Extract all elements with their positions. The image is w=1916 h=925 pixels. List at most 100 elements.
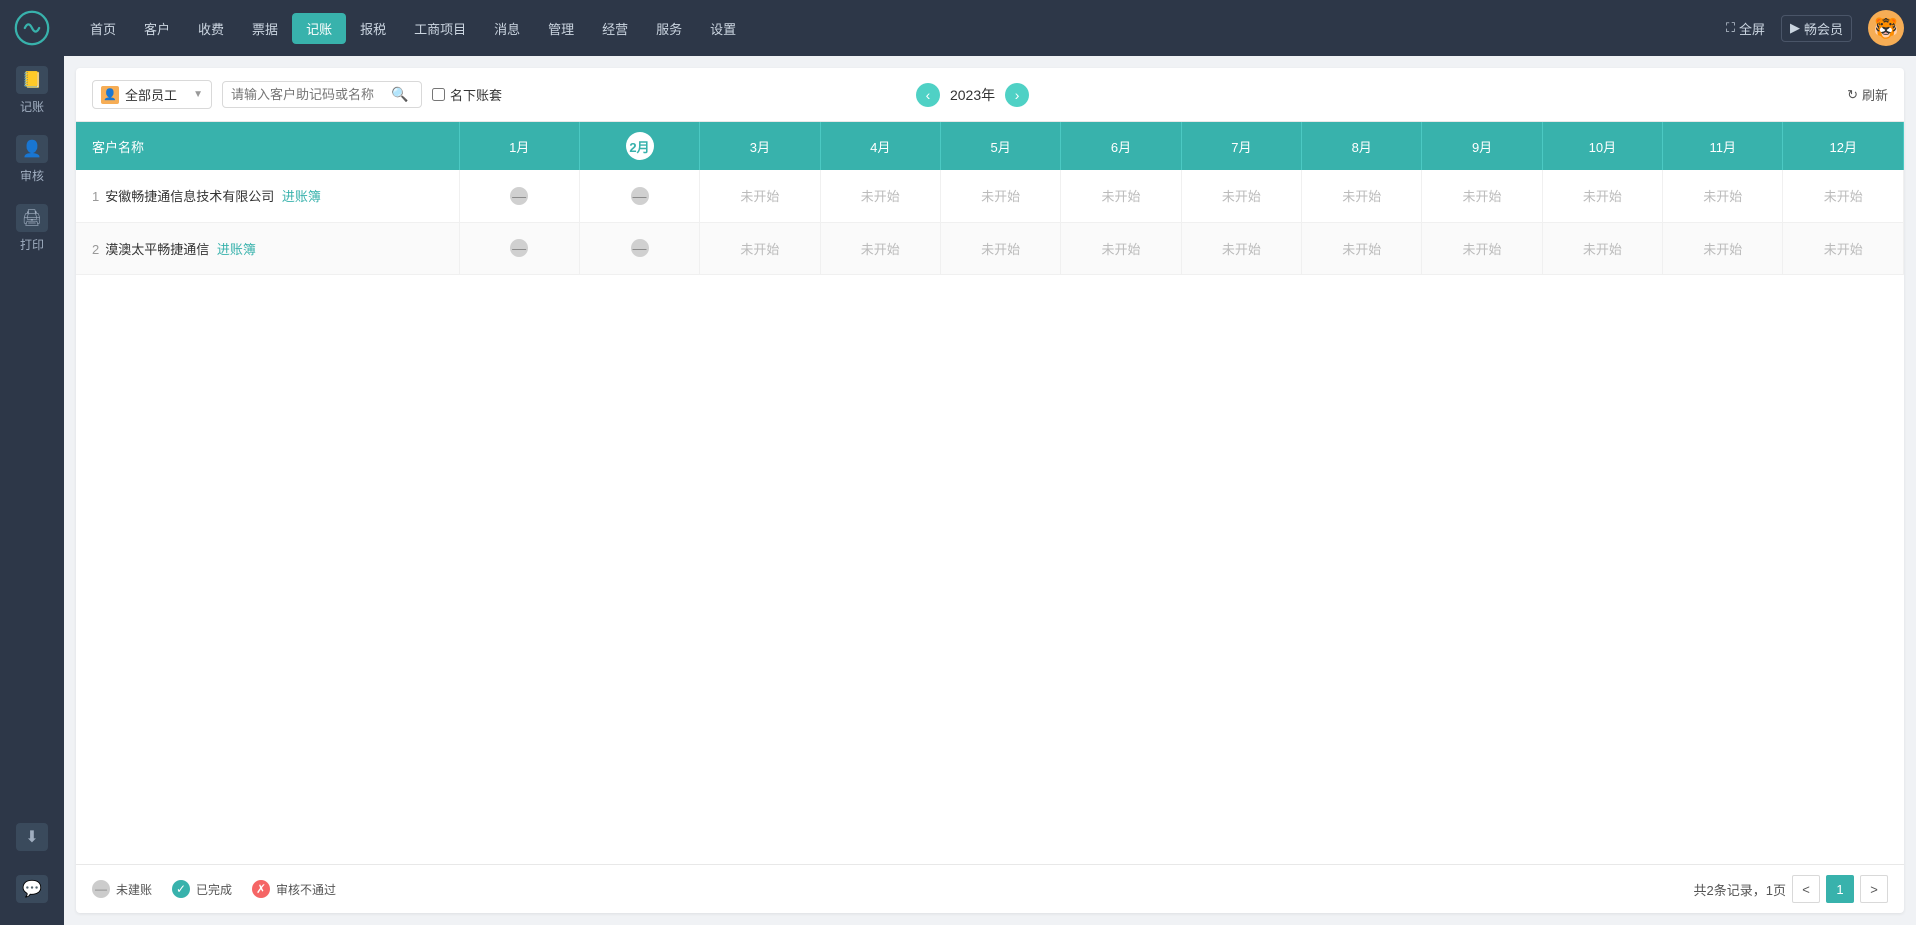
sidebar-logo xyxy=(0,0,64,56)
sidebar-label-dayin: 打印 xyxy=(20,236,44,253)
sidebar-bottom: ⬇ 💬 xyxy=(0,813,64,925)
page-current-button[interactable]: 1 xyxy=(1826,875,1854,903)
nav-invoice[interactable]: 票据 xyxy=(238,13,292,44)
search-input[interactable] xyxy=(231,87,391,102)
month-cell-11: 未开始 xyxy=(1663,222,1783,274)
nav-manage[interactable]: 管理 xyxy=(534,13,588,44)
avatar[interactable]: 🐯 xyxy=(1868,10,1904,46)
legend-dot-completed: ✓ xyxy=(172,880,190,898)
nav-bizitem[interactable]: 工商项目 xyxy=(400,13,480,44)
month-cell-2: — xyxy=(579,222,699,274)
mingxia-label: 名下账套 xyxy=(450,85,502,104)
enter-ledger-link[interactable]: 进账簿 xyxy=(217,242,256,257)
year-prev-button[interactable]: ‹ xyxy=(916,83,940,107)
current-month-badge: 2月 xyxy=(626,132,654,160)
employee-icon: 👤 xyxy=(101,86,119,104)
content-card: 👤 全部员工 ▼ 🔍 名下账套 ‹ 2023年 › xyxy=(76,68,1904,913)
status-dash-icon: — xyxy=(631,239,649,257)
legend-label-rejected: 审核不通过 xyxy=(276,881,336,898)
month-cell-8: 未开始 xyxy=(1302,222,1422,274)
enter-ledger-link[interactable]: 进账簿 xyxy=(282,189,321,204)
search-input-wrap: 🔍 xyxy=(222,81,422,108)
employee-select[interactable]: 👤 全部员工 ▼ xyxy=(92,80,212,109)
member-button[interactable]: ▶ 畅会员 xyxy=(1781,15,1852,42)
nav-service[interactable]: 服务 xyxy=(642,13,696,44)
legend-dot-rejected: ✗ xyxy=(252,880,270,898)
status-not-started: 未开始 xyxy=(1222,242,1261,257)
col-customer: 客户名称 xyxy=(76,122,459,170)
year-next-button[interactable]: › xyxy=(1005,83,1029,107)
legend-rejected: ✗ 审核不通过 xyxy=(252,880,336,898)
month-cell-4: 未开始 xyxy=(820,170,940,222)
status-not-started: 未开始 xyxy=(1583,189,1622,204)
topnav: 首页 客户 收费 票据 记账 报税 工商项目 消息 管理 经营 服务 设置 ⛶ … xyxy=(64,0,1916,56)
legend-completed: ✓ 已完成 xyxy=(172,880,232,898)
month-cell-12: 未开始 xyxy=(1783,170,1904,222)
month-cell-5: 未开始 xyxy=(940,170,1060,222)
nav-bookkeep[interactable]: 记账 xyxy=(292,13,346,44)
download-icon: ⬇ xyxy=(16,823,48,851)
nav-message[interactable]: 消息 xyxy=(480,13,534,44)
page-next-button[interactable]: > xyxy=(1860,875,1888,903)
company-cell: 2漠澳太平畅捷通信 进账簿 xyxy=(76,222,459,274)
total-text: 共2条记录，1页 xyxy=(1694,880,1786,899)
company-name: 安徽畅捷通信息技术有限公司 xyxy=(105,189,274,204)
nav-customer[interactable]: 客户 xyxy=(130,13,184,44)
sidebar-item-dayin[interactable]: 🖨 打印 xyxy=(0,194,64,263)
sidebar-item-jizh[interactable]: 📒 记账 xyxy=(0,56,64,125)
status-not-started: 未开始 xyxy=(1463,189,1502,204)
fullscreen-label: 全屏 xyxy=(1739,19,1765,38)
nav-home[interactable]: 首页 xyxy=(76,13,130,44)
employee-dropdown-arrow: ▼ xyxy=(193,89,203,100)
month-cell-12: 未开始 xyxy=(1783,222,1904,274)
month-cell-5: 未开始 xyxy=(940,222,1060,274)
status-not-started: 未开始 xyxy=(981,189,1020,204)
month-cell-3: 未开始 xyxy=(700,170,820,222)
sidebar-item-download[interactable]: ⬇ xyxy=(0,813,64,861)
nav-fee[interactable]: 收费 xyxy=(184,13,238,44)
month-cell-1: — xyxy=(459,222,579,274)
refresh-button[interactable]: ↻ 刷新 xyxy=(1847,85,1888,104)
row-num: 2 xyxy=(92,242,99,257)
status-not-started: 未开始 xyxy=(1101,189,1140,204)
refresh-icon: ↻ xyxy=(1847,87,1858,103)
mingxia-checkbox-wrap[interactable]: 名下账套 xyxy=(432,85,502,104)
col-mar: 3月 xyxy=(700,122,820,170)
fullscreen-button[interactable]: ⛶ 全屏 xyxy=(1726,19,1765,38)
sidebar-item-shen[interactable]: 👤 审核 xyxy=(0,125,64,194)
page-prev-button[interactable]: < xyxy=(1792,875,1820,903)
col-jun: 6月 xyxy=(1061,122,1181,170)
status-not-started: 未开始 xyxy=(1824,189,1863,204)
company-cell: 1安徽畅捷通信息技术有限公司 进账簿 xyxy=(76,170,459,222)
col-nov: 11月 xyxy=(1663,122,1783,170)
nav-operation[interactable]: 经营 xyxy=(588,13,642,44)
year-text: 2023年 xyxy=(950,85,995,105)
col-apr: 4月 xyxy=(820,122,940,170)
refresh-label: 刷新 xyxy=(1862,85,1888,104)
col-oct: 10月 xyxy=(1542,122,1662,170)
nav-tax[interactable]: 报税 xyxy=(346,13,400,44)
month-cell-4: 未开始 xyxy=(820,222,940,274)
mingxia-checkbox[interactable] xyxy=(432,88,445,101)
nav-settings[interactable]: 设置 xyxy=(696,13,750,44)
col-jul: 7月 xyxy=(1181,122,1301,170)
status-not-started: 未开始 xyxy=(1703,242,1742,257)
search-icon[interactable]: 🔍 xyxy=(391,86,408,103)
status-not-started: 未开始 xyxy=(740,242,779,257)
status-not-started: 未开始 xyxy=(1703,189,1742,204)
status-not-started: 未开始 xyxy=(1342,189,1381,204)
table-row: 2漠澳太平畅捷通信 进账簿——未开始未开始未开始未开始未开始未开始未开始未开始未… xyxy=(76,222,1904,274)
pagination: 共2条记录，1页 < 1 > xyxy=(1694,875,1888,903)
topnav-right: ⛶ 全屏 ▶ 畅会员 🐯 xyxy=(1726,10,1904,46)
content: 👤 全部员工 ▼ 🔍 名下账套 ‹ 2023年 › xyxy=(64,56,1916,925)
month-cell-7: 未开始 xyxy=(1181,170,1301,222)
status-not-started: 未开始 xyxy=(1824,242,1863,257)
support-icon: 💬 xyxy=(16,875,48,903)
main-area: 首页 客户 收费 票据 记账 报税 工商项目 消息 管理 经营 服务 设置 ⛶ … xyxy=(64,0,1916,925)
month-cell-2: — xyxy=(579,170,699,222)
col-feb: 2月 xyxy=(579,122,699,170)
table-header-row: 客户名称 1月 2月 3月 4月 5月 6月 7月 8月 9月 xyxy=(76,122,1904,170)
sidebar-item-support[interactable]: 💬 xyxy=(0,865,64,913)
status-not-started: 未开始 xyxy=(861,189,900,204)
month-cell-7: 未开始 xyxy=(1181,222,1301,274)
